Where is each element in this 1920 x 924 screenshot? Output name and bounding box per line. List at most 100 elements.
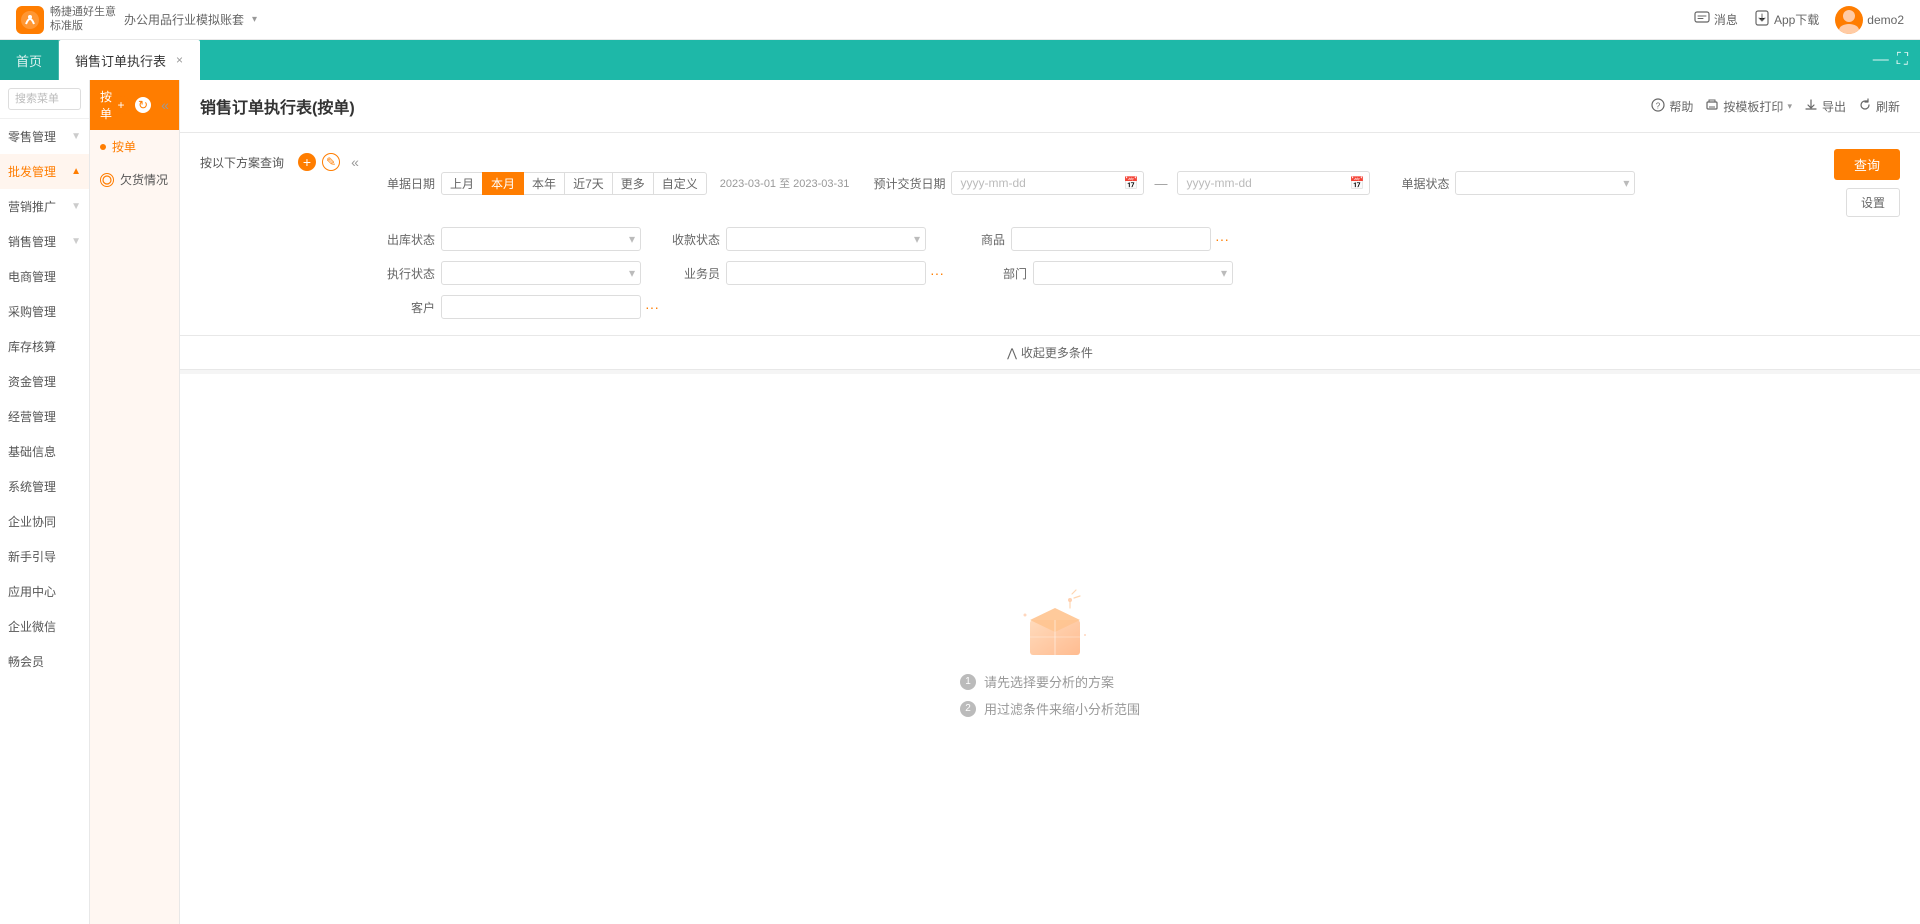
dept-select[interactable] [1033, 261, 1233, 285]
enterprise-label: 企业协同 [8, 513, 56, 530]
filter-row-4: 客户 ··· [380, 295, 1900, 319]
ecommerce-label: 电商管理 [8, 268, 56, 285]
payment-cell: 收款状态 ▾ [665, 227, 926, 251]
date-label: 单据日期 [380, 175, 435, 192]
tab-expand-button[interactable]: ⛶ [1897, 51, 1908, 69]
expected-date-from-input[interactable] [951, 171, 1144, 195]
date-tab-custom[interactable]: 自定义 [653, 172, 707, 195]
goods-input-wrap: ··· [1011, 227, 1233, 251]
delivery-cell: 出库状态 ▾ [380, 227, 641, 251]
purchase-label: 采购管理 [8, 303, 56, 320]
message-label: 消息 [1714, 11, 1738, 28]
filter-section: 按以下方案查询 + ✎ « 单据日期 上月 本月 本年 [180, 133, 1920, 336]
sidebar-item-finance[interactable]: 资金管理 [0, 364, 89, 399]
filter-row-2: 出库状态 ▾ 收款状态 [380, 227, 1900, 251]
collapse-filter-button[interactable]: « [346, 153, 364, 171]
customer-input[interactable] [441, 295, 641, 319]
help-label: 帮助 [1669, 98, 1693, 115]
status-select[interactable] [1455, 171, 1635, 195]
sidebar-item-basic[interactable]: 基础信息 [0, 434, 89, 469]
date-range-display: 2023-03-01 至 2023-03-31 [720, 175, 850, 191]
tab-close-icon[interactable]: × [176, 53, 183, 67]
page-actions: ? 帮助 按模板打印 ▾ 导出 [1651, 98, 1900, 129]
refresh-scheme-button[interactable]: ↻ [134, 96, 152, 114]
top-header: 畅捷通好生意 标准版 办公用品行业模拟账套 ▾ 消息 App下载 demo2 [0, 0, 1920, 40]
breadcrumb-title: 办公用品行业模拟账套 [124, 11, 244, 28]
date-tab-this-year[interactable]: 本年 [523, 172, 565, 195]
sub-sidebar-item-by-order[interactable]: 按单 [90, 130, 179, 163]
date-tabs: 上月 本月 本年 近7天 更多 自定义 [441, 172, 706, 195]
date-tab-last-month[interactable]: 上月 [441, 172, 483, 195]
logo-area: 畅捷通好生意 标准版 [16, 6, 116, 34]
help-action[interactable]: ? 帮助 [1651, 98, 1693, 115]
sub-sidebar: 按单 + ↻ « 按单 欠货情况 [90, 80, 180, 924]
filter-row-3: 执行状态 ▾ 业务员 · [380, 261, 1900, 285]
collapse-button[interactable]: ⋀ 收起更多条件 [1007, 344, 1093, 361]
sidebar-item-newbie[interactable]: 新手引导 [0, 539, 89, 574]
marketing-label: 营销推广 [8, 198, 56, 215]
sidebar-item-inventory[interactable]: 库存核算 [0, 329, 89, 364]
sidebar: 零售管理 ▼ 批发管理 ▲ 营销推广 ▼ 销售管理 ▼ 电商管理 采购管理 库存… [0, 80, 90, 924]
finance-label: 资金管理 [8, 373, 56, 390]
date-tab-this-month[interactable]: 本月 [482, 172, 524, 195]
status-cell: 单据状态 ▾ [1394, 171, 1635, 195]
exec-label: 执行状态 [380, 265, 435, 282]
expected-date-to-input[interactable] [1177, 171, 1370, 195]
inventory-label: 库存核算 [8, 338, 56, 355]
salesperson-more-icon[interactable]: ··· [926, 265, 948, 281]
empty-step-2-label: 用过滤条件来缩小分析范围 [984, 699, 1140, 718]
empty-state: 1 请先选择要分析的方案 2 用过滤条件来缩小分析范围 [960, 580, 1140, 718]
salesperson-input[interactable] [726, 261, 926, 285]
export-icon [1804, 98, 1818, 115]
sidebar-item-apps[interactable]: 应用中心 [0, 574, 89, 609]
sidebar-item-marketing[interactable]: 营销推广 ▼ [0, 189, 89, 224]
export-action[interactable]: 导出 [1804, 98, 1846, 115]
sub-sidebar-item-owed[interactable]: 欠货情况 [90, 163, 179, 196]
query-button[interactable]: 查询 [1834, 149, 1900, 180]
sidebar-item-operations[interactable]: 经营管理 [0, 399, 89, 434]
setting-button[interactable]: 设置 [1846, 188, 1900, 217]
sub-sidebar-title: 按单 [100, 88, 112, 122]
user-name: demo2 [1867, 13, 1904, 27]
search-input[interactable] [8, 88, 81, 110]
customer-more-icon[interactable]: ··· [641, 299, 663, 315]
sidebar-item-system[interactable]: 系统管理 [0, 469, 89, 504]
sidebar-item-sales[interactable]: 销售管理 ▼ [0, 224, 89, 259]
sidebar-item-wholesale[interactable]: 批发管理 ▲ [0, 154, 89, 189]
tab-minimize-button[interactable]: — [1873, 51, 1889, 69]
goods-more-icon[interactable]: ··· [1211, 231, 1233, 247]
breadcrumb-dropdown-icon[interactable]: ▾ [252, 14, 257, 25]
message-action[interactable]: 消息 [1694, 10, 1738, 29]
sidebar-item-member[interactable]: 畅会员 [0, 644, 89, 679]
tab-active[interactable]: 销售订单执行表 × [59, 40, 200, 80]
date-tab-last-7-days[interactable]: 近7天 [564, 172, 613, 195]
app-download-action[interactable]: App下载 [1754, 10, 1819, 29]
sidebar-item-ecommerce[interactable]: 电商管理 [0, 259, 89, 294]
wholesale-arrow-icon: ▲ [71, 166, 81, 177]
add-filter-button[interactable]: + [298, 153, 316, 171]
page-header: 销售订单执行表(按单) ? 帮助 按模板打印 ▾ [180, 80, 1920, 133]
template-print-action[interactable]: 按模板打印 ▾ [1705, 98, 1792, 115]
add-scheme-button[interactable]: + [112, 96, 130, 114]
zero-retail-arrow-icon: ▼ [71, 131, 81, 142]
sidebar-item-purchase[interactable]: 采购管理 [0, 294, 89, 329]
step-2-number: 2 [960, 701, 976, 717]
sidebar-item-zero-retail[interactable]: 零售管理 ▼ [0, 119, 89, 154]
logo-text-line1: 畅捷通好生意 [50, 6, 116, 19]
sidebar-item-wechat[interactable]: 企业微信 [0, 609, 89, 644]
refresh-action[interactable]: 刷新 [1858, 98, 1900, 115]
payment-select[interactable] [726, 227, 926, 251]
status-select-wrap: ▾ [1455, 171, 1635, 195]
goods-input[interactable] [1011, 227, 1211, 251]
edit-filter-button[interactable]: ✎ [322, 153, 340, 171]
sales-label: 销售管理 [8, 233, 56, 250]
sidebar-item-enterprise[interactable]: 企业协同 [0, 504, 89, 539]
collapse-sub-sidebar-button[interactable]: « [156, 96, 174, 114]
user-area[interactable]: demo2 [1835, 6, 1904, 34]
empty-step-1-label: 请先选择要分析的方案 [984, 672, 1114, 691]
tab-home[interactable]: 首页 [0, 40, 59, 80]
delivery-select[interactable] [441, 227, 641, 251]
exec-select[interactable] [441, 261, 641, 285]
date-tab-more[interactable]: 更多 [612, 172, 654, 195]
basic-label: 基础信息 [8, 443, 56, 460]
